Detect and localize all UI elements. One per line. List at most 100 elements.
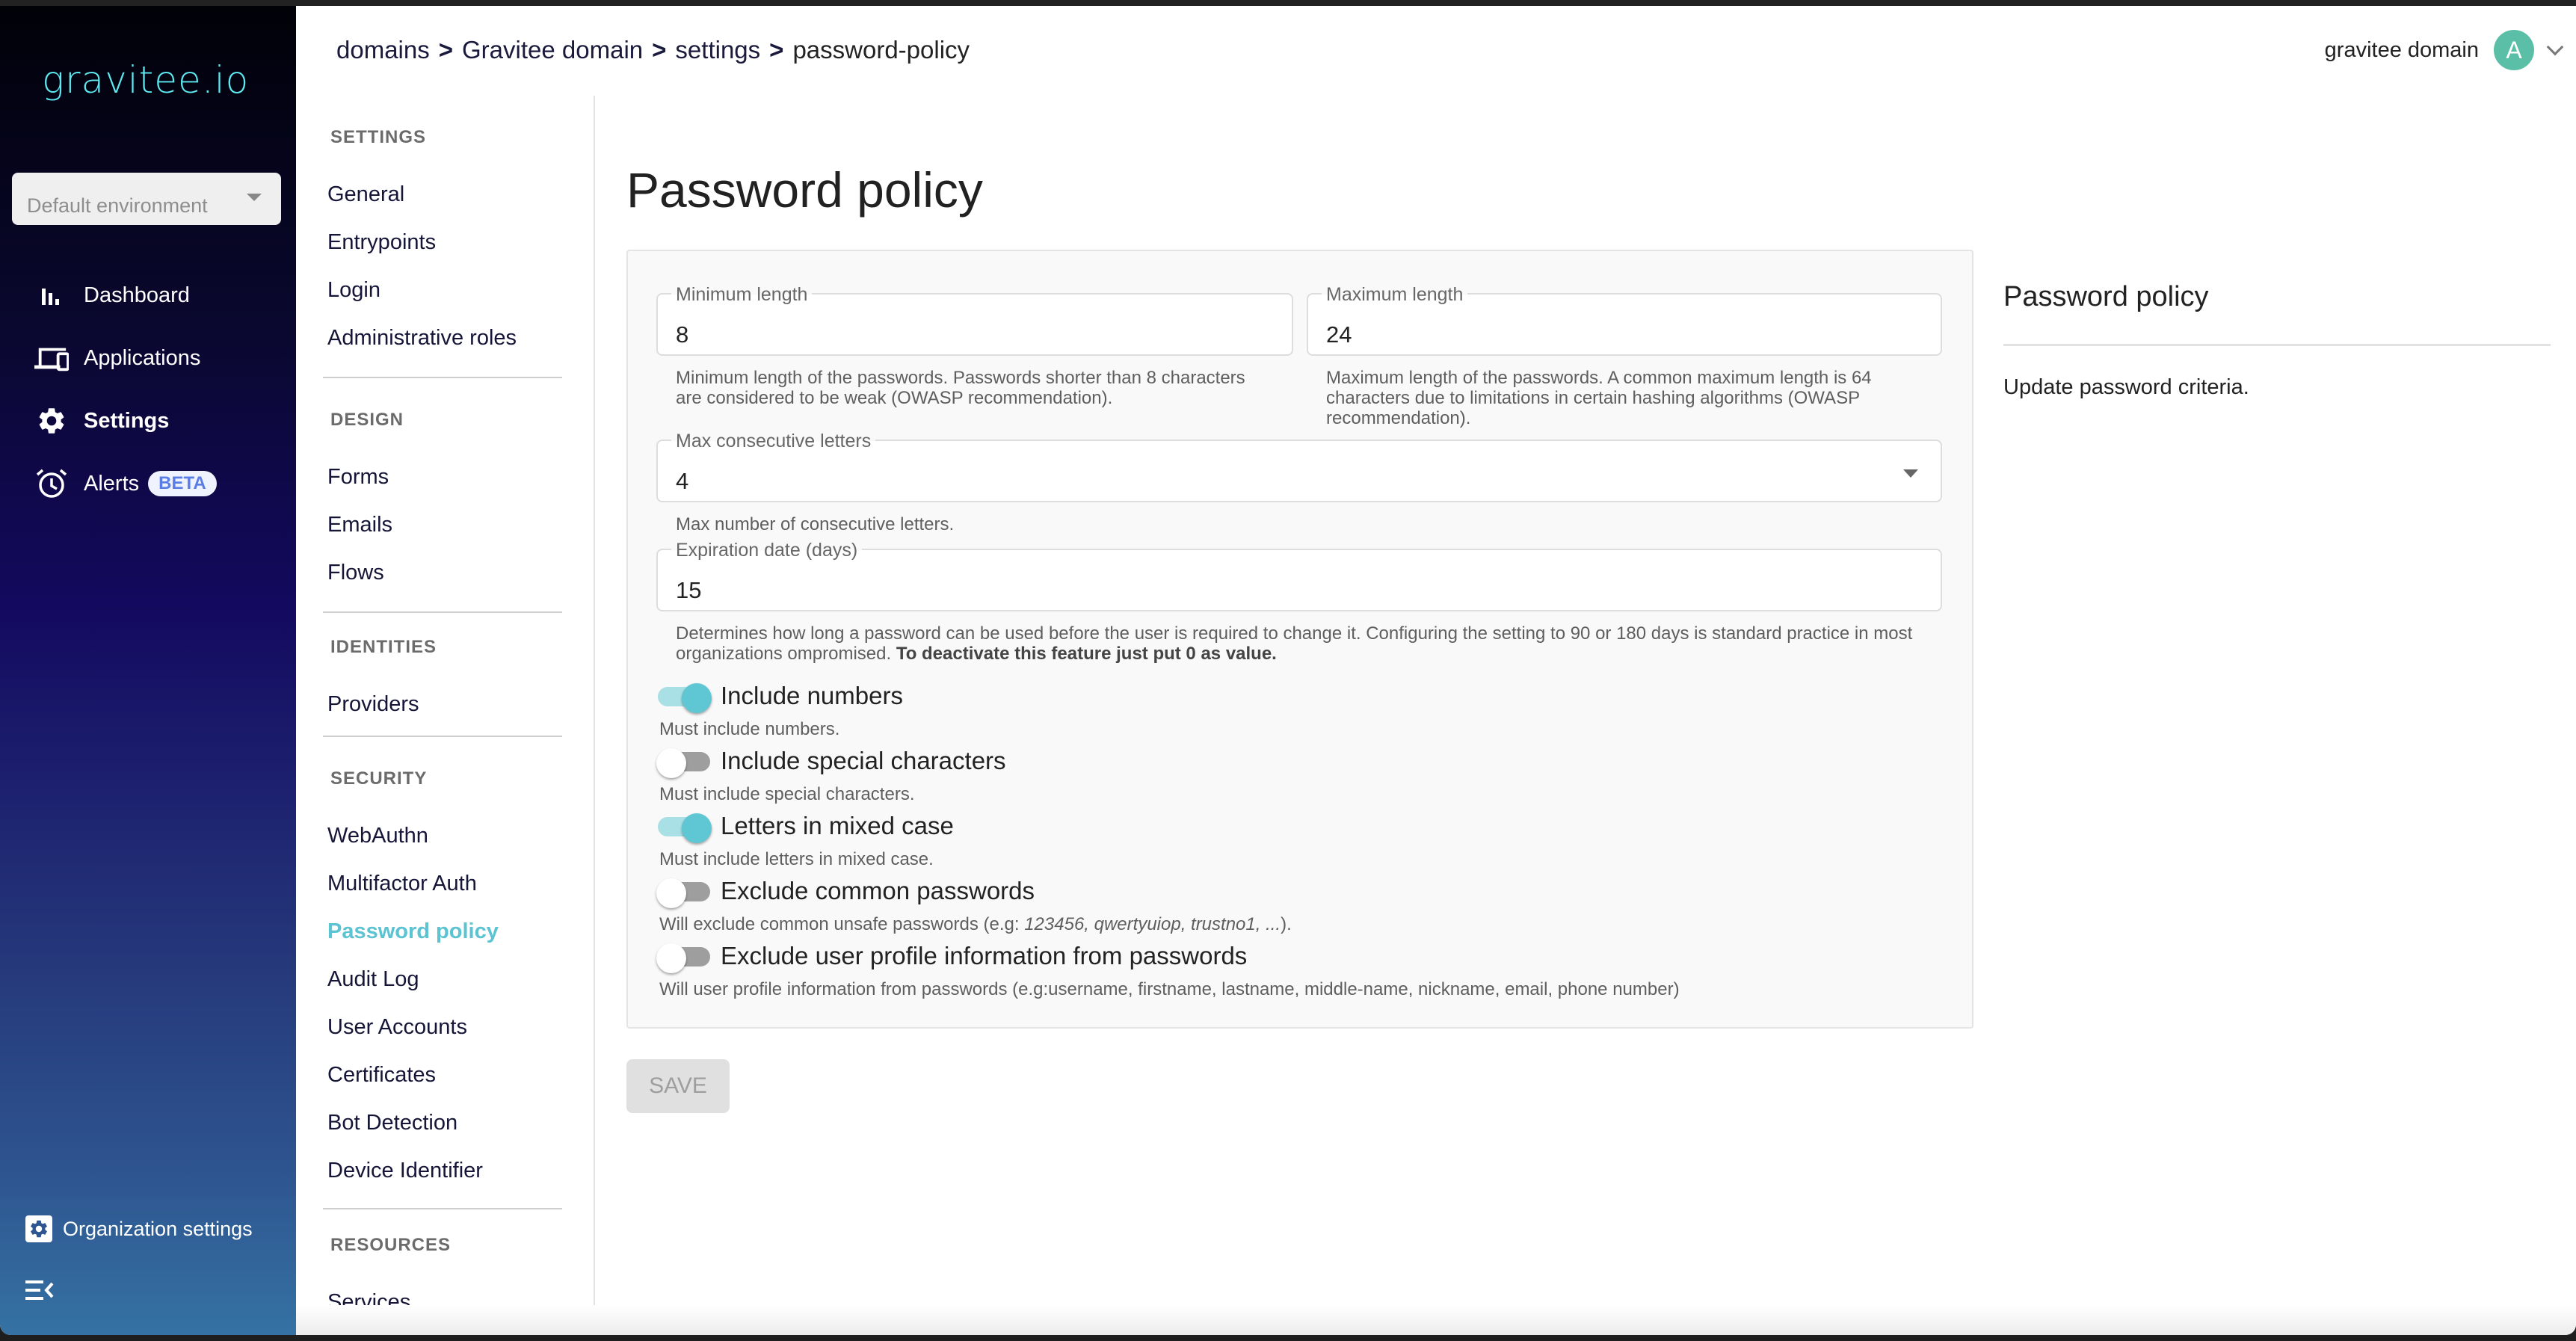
toggle-switch[interactable] bbox=[656, 943, 710, 973]
field-value: 15 bbox=[676, 577, 702, 603]
toggle-hint: Will exclude common unsafe passwords (e.… bbox=[659, 914, 1292, 935]
toggle-letters-mixed-case[interactable]: Letters in mixed case bbox=[658, 812, 954, 843]
collapse-menu-icon[interactable] bbox=[25, 1280, 55, 1300]
organization-settings-link[interactable]: Organization settings bbox=[25, 1215, 253, 1242]
breadcrumb-domain[interactable]: Gravitee domain bbox=[462, 36, 643, 64]
nav-item-label: Alerts bbox=[84, 471, 140, 496]
toggle-label: Letters in mixed case bbox=[721, 812, 954, 839]
toggle-hint: Must include special characters. bbox=[659, 784, 915, 804]
submenu-item-multifactor-auth[interactable]: Multifactor Auth bbox=[327, 872, 477, 896]
toggle-exclude-common-passwords[interactable]: Exclude common passwords bbox=[656, 877, 1035, 908]
submenu-item-forms[interactable]: Forms bbox=[327, 465, 389, 490]
hint-prefix: Will exclude common unsafe passwords (e.… bbox=[659, 914, 1025, 934]
hint-suffix: ). bbox=[1281, 914, 1292, 934]
breadcrumb-domains[interactable]: domains bbox=[336, 36, 430, 64]
submenu-item-user-accounts[interactable]: User Accounts bbox=[327, 1015, 467, 1040]
organization-settings-label: Organization settings bbox=[63, 1217, 253, 1240]
user-menu[interactable]: gravitee domain A bbox=[2325, 30, 2564, 70]
submenu-item-device-identifier[interactable]: Device Identifier bbox=[327, 1159, 483, 1183]
save-button[interactable]: SAVE bbox=[626, 1059, 730, 1113]
submenu-section-design: DESIGN bbox=[330, 410, 404, 430]
toggle-label: Include special characters bbox=[721, 747, 1006, 774]
maximum-length-hint: Maximum length of the passwords. A commo… bbox=[1326, 368, 1872, 428]
toggle-hint: Will user profile information from passw… bbox=[659, 979, 1680, 999]
main-sidebar: gravitee.io Default environment Dashboar… bbox=[0, 6, 296, 1335]
gravitee-logo[interactable]: gravitee.io bbox=[42, 58, 249, 102]
breadcrumb-separator: > bbox=[652, 36, 667, 64]
max-consecutive-letters-select[interactable]: Max consecutive letters 4 bbox=[656, 431, 1942, 502]
submenu-item-certificates[interactable]: Certificates bbox=[327, 1063, 436, 1088]
logo-text: gravitee bbox=[42, 58, 202, 102]
minimum-length-hint: Minimum length of the passwords. Passwor… bbox=[676, 368, 1245, 408]
environment-select[interactable]: Default environment bbox=[12, 173, 281, 225]
beta-badge: BETA bbox=[148, 471, 217, 496]
toggle-switch[interactable] bbox=[658, 683, 712, 713]
avatar[interactable]: A bbox=[2494, 30, 2534, 70]
field-value: 8 bbox=[676, 321, 689, 348]
nav-item-dashboard[interactable]: Dashboard bbox=[34, 277, 190, 314]
submenu-item-emails[interactable]: Emails bbox=[327, 513, 392, 537]
nav-item-settings[interactable]: Settings bbox=[34, 402, 169, 440]
submenu-section-settings: SETTINGS bbox=[330, 127, 427, 147]
organization-gear-icon bbox=[25, 1215, 52, 1242]
info-panel-divider bbox=[2003, 344, 2551, 346]
toggle-include-numbers[interactable]: Include numbers bbox=[658, 682, 903, 713]
nav-item-applications[interactable]: Applications bbox=[34, 339, 200, 377]
environment-select-value: Default environment bbox=[27, 194, 208, 217]
breadcrumb-separator: > bbox=[769, 36, 784, 64]
maximum-length-field[interactable]: Maximum length 24 bbox=[1307, 284, 1942, 356]
submenu-section-identities: IDENTITIES bbox=[330, 637, 437, 657]
breadcrumb-settings[interactable]: settings bbox=[675, 36, 760, 64]
submenu-item-login[interactable]: Login bbox=[327, 278, 380, 303]
breadcrumb: domains > Gravitee domain > settings > p… bbox=[336, 36, 970, 64]
field-label: Maximum length bbox=[1322, 284, 1468, 306]
hint-examples: 123456, qwertyuiop, trustno1, ... bbox=[1024, 914, 1281, 934]
submenu-section-security: SECURITY bbox=[330, 768, 428, 789]
expiration-hint: Determines how long a password can be us… bbox=[676, 623, 1932, 664]
page-title: Password policy bbox=[626, 162, 983, 218]
submenu-item-password-policy[interactable]: Password policy bbox=[327, 919, 499, 944]
nav-item-label: Applications bbox=[84, 345, 201, 370]
breadcrumb-separator: > bbox=[438, 36, 454, 64]
gear-icon bbox=[34, 404, 69, 438]
submenu-item-flows[interactable]: Flows bbox=[327, 561, 384, 585]
submenu-section-resources: RESOURCES bbox=[330, 1235, 452, 1255]
dropdown-arrow-icon bbox=[247, 194, 262, 201]
minimum-length-field[interactable]: Minimum length 8 bbox=[656, 284, 1293, 356]
field-value: 4 bbox=[676, 468, 689, 494]
expiration-hint-bold: To deactivate this feature just put 0 as… bbox=[896, 644, 1277, 664]
toggle-exclude-user-profile-info[interactable]: Exclude user profile information from pa… bbox=[656, 942, 1248, 973]
bottom-shade bbox=[296, 1305, 2576, 1335]
dropdown-arrow-icon bbox=[1903, 469, 1918, 478]
expiration-days-field[interactable]: Expiration date (days) 15 bbox=[656, 540, 1942, 611]
toggle-label: Include numbers bbox=[721, 682, 903, 709]
settings-submenu: SETTINGS General Entrypoints Login Admin… bbox=[296, 96, 595, 1335]
submenu-divider bbox=[323, 1208, 562, 1209]
toggle-switch[interactable] bbox=[658, 813, 712, 843]
toggle-hint: Must include letters in mixed case. bbox=[659, 849, 934, 869]
bar-chart-icon bbox=[34, 278, 69, 312]
submenu-item-entrypoints[interactable]: Entrypoints bbox=[327, 230, 436, 255]
submenu-item-webauthn[interactable]: WebAuthn bbox=[327, 824, 428, 848]
submenu-divider bbox=[323, 377, 562, 378]
submenu-item-administrative-roles[interactable]: Administrative roles bbox=[327, 326, 517, 351]
submenu-item-bot-detection[interactable]: Bot Detection bbox=[327, 1111, 457, 1135]
password-policy-form: Minimum length 8 Minimum length of the p… bbox=[626, 250, 1973, 1029]
toggle-switch[interactable] bbox=[656, 878, 710, 908]
window-top-bar bbox=[0, 0, 2576, 6]
nav-item-alerts[interactable]: Alerts BETA bbox=[34, 465, 217, 502]
toggle-hint: Must include numbers. bbox=[659, 719, 840, 739]
toggle-label: Exclude user profile information from pa… bbox=[721, 942, 1248, 969]
toggle-include-special-characters[interactable]: Include special characters bbox=[656, 747, 1006, 778]
app-window: gravitee.io Default environment Dashboar… bbox=[0, 6, 2576, 1335]
nav-item-label: Settings bbox=[84, 408, 170, 433]
logo-suffix: .io bbox=[201, 58, 250, 102]
submenu-item-providers[interactable]: Providers bbox=[327, 692, 419, 717]
submenu-divider bbox=[323, 736, 562, 737]
chevron-down-icon[interactable] bbox=[2546, 38, 2564, 56]
toggle-switch[interactable] bbox=[656, 748, 710, 778]
field-label: Max consecutive letters bbox=[671, 431, 876, 452]
submenu-item-general[interactable]: General bbox=[327, 182, 404, 207]
info-panel-title: Password policy bbox=[2003, 281, 2209, 312]
submenu-item-audit-log[interactable]: Audit Log bbox=[327, 967, 419, 992]
